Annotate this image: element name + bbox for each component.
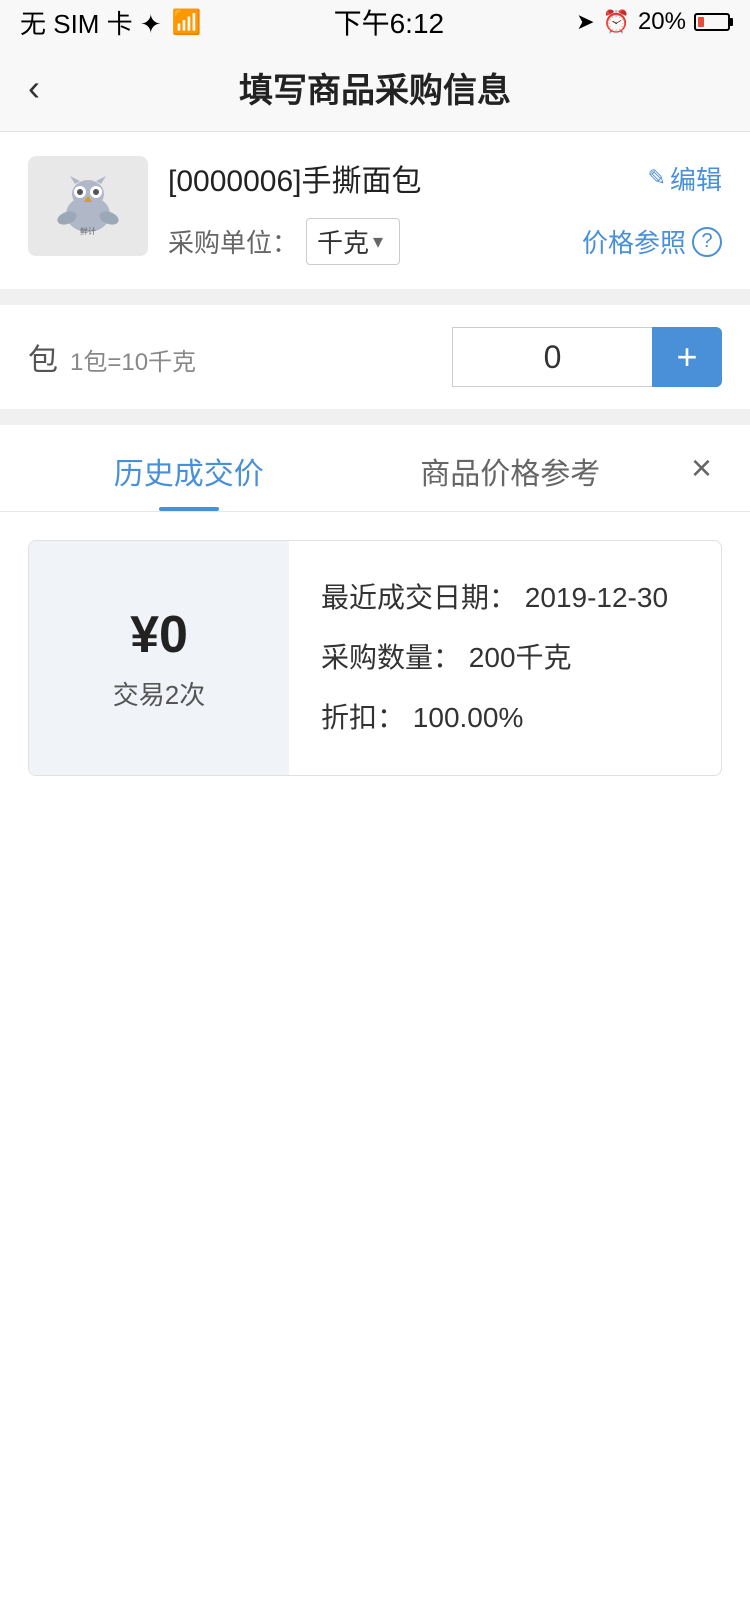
trade-count: 交易2次 — [113, 675, 205, 712]
edit-button[interactable]: ✎ 编辑 — [648, 160, 722, 197]
tab-close-button[interactable]: × — [681, 437, 722, 499]
battery-percent: 20% — [638, 8, 686, 36]
quantity-plus-button[interactable]: + — [652, 327, 722, 387]
help-icon: ? — [692, 227, 722, 257]
unit-label: 采购单位： 千克 ▾ — [168, 218, 400, 265]
quantity-row: 包 1包=10千克 + — [0, 305, 750, 409]
unit-row: 采购单位： 千克 ▾ 价格参照 ? — [168, 218, 722, 265]
price-summary: ¥0 交易2次 — [29, 541, 289, 775]
section-divider-1 — [0, 289, 750, 305]
tabs-section: 历史成交价 商品价格参考 × ¥0 交易2次 最近成交日期： 2019-12-3… — [0, 425, 750, 804]
product-name-row: [0000006]手撕面包 ✎ 编辑 — [168, 156, 722, 200]
sim-status: 无 SIM 卡 ✦ — [20, 4, 162, 41]
unit-value: 千克 — [317, 223, 369, 260]
status-right: ➤ ⏰ 20% — [576, 8, 730, 36]
discount-value: 100.00% — [413, 702, 524, 733]
tab-history-label: 历史成交价 — [114, 458, 264, 491]
page-title: 填写商品采购信息 — [239, 63, 511, 112]
price-detail-discount: 折扣： 100.00% — [321, 697, 689, 739]
location-icon: ➤ — [576, 9, 594, 35]
price-detail-date: 最近成交日期： 2019-12-30 — [321, 577, 689, 619]
nav-bar: ‹ 填写商品采购信息 — [0, 44, 750, 132]
status-bar: 无 SIM 卡 ✦ 📶 下午6:12 ➤ ⏰ 20% — [0, 0, 750, 44]
price-details: 最近成交日期： 2019-12-30 采购数量： 200千克 折扣： 100.0… — [289, 541, 721, 775]
product-card: 鲜计 [0000006]手撕面包 ✎ 编辑 采购单位： 千克 ▾ 价格参照 ? — [0, 132, 750, 289]
qty-label: 采购数量： — [321, 642, 461, 673]
unit-label-text: 采购单位： — [168, 223, 298, 260]
battery-fill — [698, 17, 704, 27]
tab-active-underline — [159, 507, 219, 511]
qty-conversion: 1包=10千克 — [70, 342, 196, 377]
tab-price-ref[interactable]: 商品价格参考 — [349, 425, 670, 511]
tabs-header: 历史成交价 商品价格参考 × — [0, 425, 750, 512]
product-info: [0000006]手撕面包 ✎ 编辑 采购单位： 千克 ▾ 价格参照 ? — [168, 156, 722, 265]
date-label: 最近成交日期： — [321, 582, 517, 613]
product-image: 鲜计 — [28, 156, 148, 256]
edit-label: 编辑 — [670, 160, 722, 197]
unit-select-dropdown[interactable]: 千克 ▾ — [306, 218, 400, 265]
wifi-icon: 📶 — [172, 8, 202, 37]
discount-label: 折扣： — [321, 702, 405, 733]
product-name: [0000006]手撕面包 — [168, 156, 421, 200]
tab-history-price[interactable]: 历史成交价 — [28, 425, 349, 511]
price-info-section: ¥0 交易2次 最近成交日期： 2019-12-30 采购数量： 200千克 折… — [0, 512, 750, 804]
alarm-icon: ⏰ — [603, 9, 630, 35]
price-ref-label: 价格参照 — [582, 223, 686, 260]
price-detail-qty: 采购数量： 200千克 — [321, 637, 689, 679]
back-button[interactable]: ‹ — [28, 67, 40, 109]
product-logo-icon: 鲜计 — [53, 176, 123, 236]
qty-value: 200千克 — [469, 642, 572, 673]
status-time: 下午6:12 — [334, 2, 445, 42]
dropdown-icon: ▾ — [373, 229, 383, 254]
date-value: 2019-12-30 — [525, 582, 668, 613]
quantity-controls: + — [452, 327, 722, 387]
quantity-label: 包 1包=10千克 — [28, 335, 196, 379]
qty-unit: 包 — [28, 335, 58, 379]
quantity-input[interactable] — [452, 327, 652, 387]
price-amount: ¥0 — [130, 605, 188, 665]
status-left: 无 SIM 卡 ✦ 📶 — [20, 4, 202, 41]
price-info-card: ¥0 交易2次 最近成交日期： 2019-12-30 采购数量： 200千克 折… — [28, 540, 722, 776]
svg-text:鲜计: 鲜计 — [80, 226, 96, 236]
battery-icon — [694, 13, 730, 31]
edit-icon: ✎ — [648, 165, 666, 191]
main-background — [0, 804, 750, 1604]
tab-price-ref-label: 商品价格参考 — [420, 458, 600, 491]
price-ref-button[interactable]: 价格参照 ? — [582, 223, 722, 260]
